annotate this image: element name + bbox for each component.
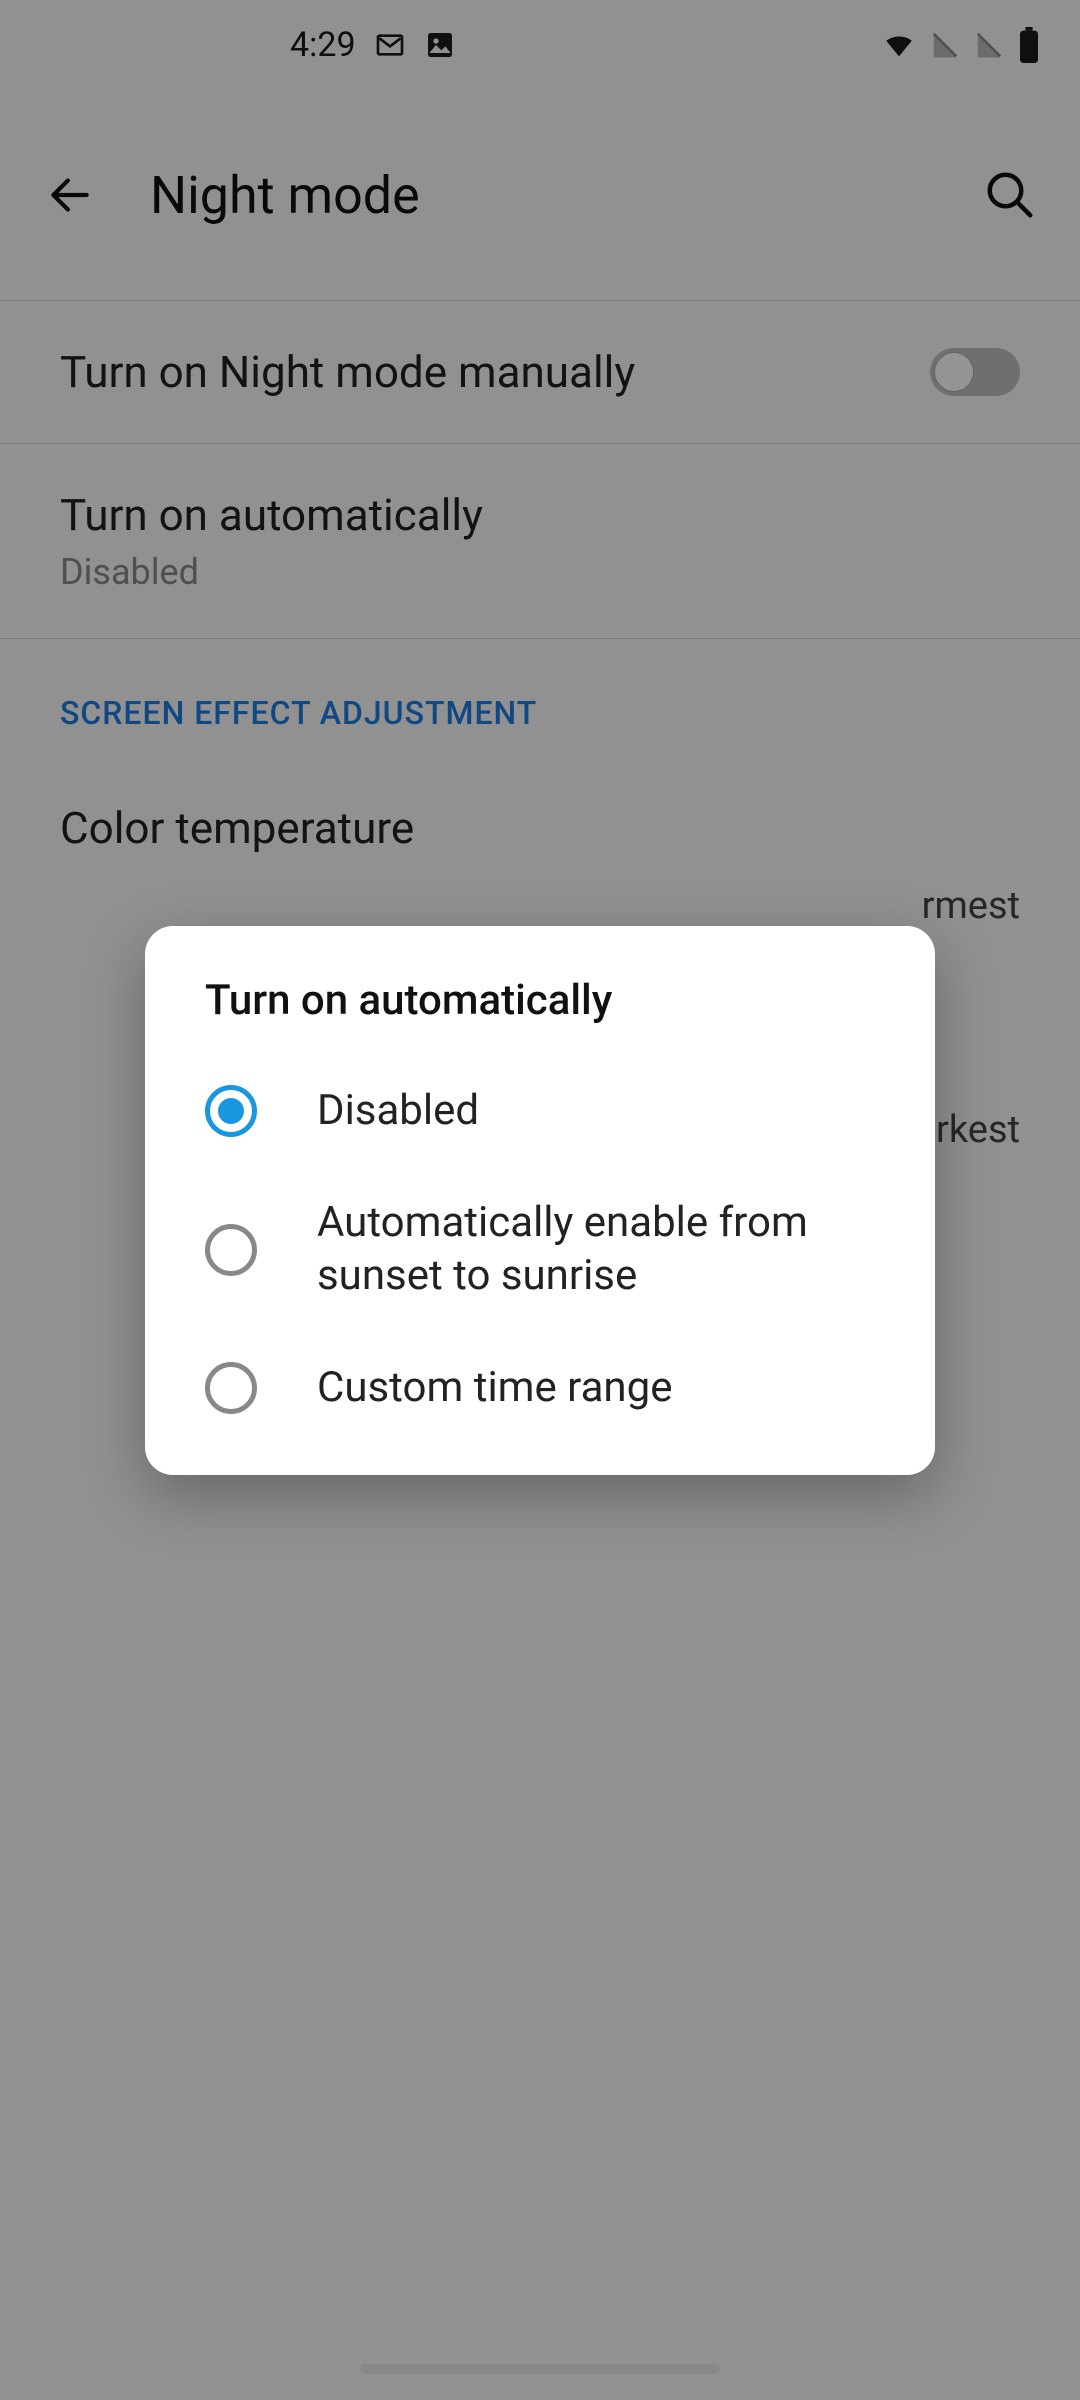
gesture-bar: [360, 2364, 720, 2374]
radio-icon: [205, 1362, 257, 1414]
option-sunset-sunrise[interactable]: Automatically enable from sunset to sunr…: [145, 1167, 935, 1332]
dialog-turn-on-automatically: Turn on automatically Disabled Automatic…: [145, 926, 935, 1475]
option-label: Custom time range: [317, 1362, 672, 1415]
radio-icon: [205, 1085, 257, 1137]
dialog-title: Turn on automatically: [145, 976, 935, 1055]
option-custom-time-range[interactable]: Custom time range: [145, 1332, 935, 1445]
option-label: Automatically enable from sunset to sunr…: [317, 1197, 875, 1302]
radio-icon: [205, 1224, 257, 1276]
option-label: Disabled: [317, 1085, 479, 1138]
option-disabled[interactable]: Disabled: [145, 1055, 935, 1168]
dialog-scrim[interactable]: Turn on automatically Disabled Automatic…: [0, 0, 1080, 2400]
